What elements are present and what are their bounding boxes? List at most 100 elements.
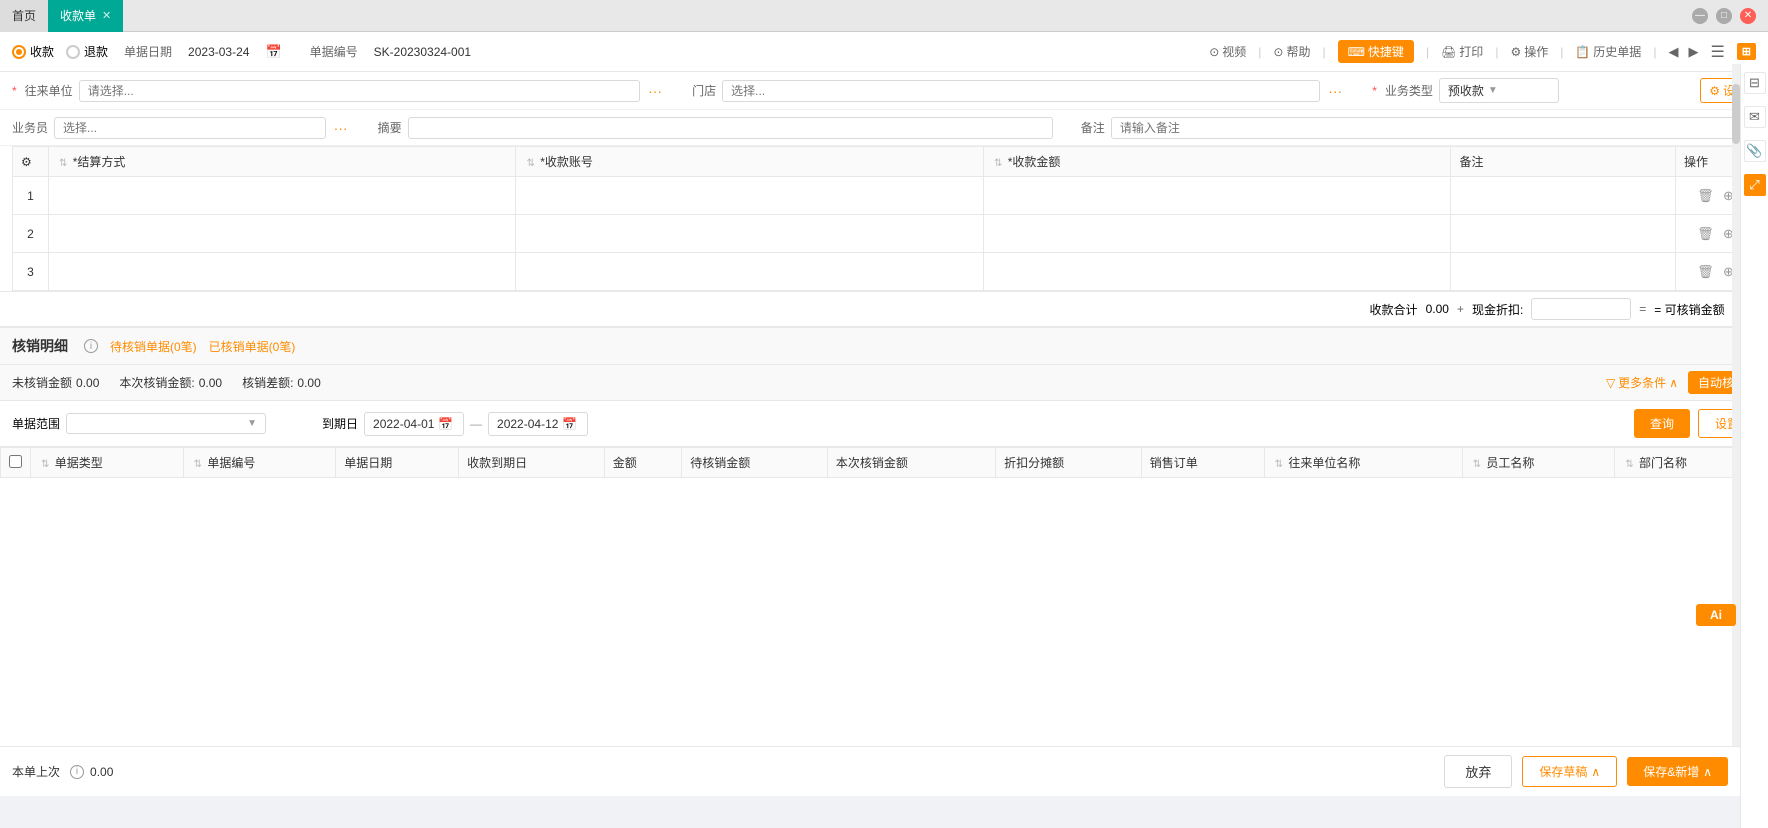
partner-ellipsis[interactable]: ··· [646, 83, 664, 99]
row2-remark[interactable] [1451, 215, 1676, 253]
row-num-2: 2 [13, 215, 49, 253]
history-btn[interactable]: 📋 历史单据 [1575, 43, 1641, 60]
date-label: 单据日期 [124, 43, 172, 60]
help-icon: ⊙ [1273, 45, 1283, 59]
store-ellipsis[interactable]: ··· [1326, 83, 1344, 99]
right-panel-expand-icon[interactable]: ⤢ [1744, 174, 1766, 196]
partner-input[interactable] [79, 80, 640, 102]
tab-receipt-label: 收款单 [60, 7, 96, 24]
ops-btn[interactable]: ⚙ 操作 [1510, 43, 1548, 60]
radio-collect-label: 收款 [30, 43, 54, 60]
list-icon[interactable]: ☰ [1708, 42, 1726, 62]
col-remark-header: 备注 [1451, 147, 1676, 177]
row3-settle[interactable] [49, 253, 516, 291]
video-btn[interactable]: ⊙ 视频 [1209, 43, 1246, 60]
scroll-thumb[interactable] [1732, 84, 1740, 144]
biztype-dropdown[interactable]: 预收款 ▼ [1439, 78, 1559, 103]
bill-range-select[interactable]: ▼ [66, 413, 266, 434]
staff-field: 业务员 ··· [12, 117, 350, 139]
col-amount-header: ⇅ *收款金额 [983, 147, 1450, 177]
radio-refund[interactable]: 退款 [66, 43, 108, 60]
sort-type-icon[interactable]: ⇅ [41, 459, 49, 470]
due-start-input[interactable]: 2022-04-01 📅 [364, 412, 464, 436]
right-panel-clip-icon[interactable]: 📎 [1744, 140, 1766, 162]
pending-link[interactable]: 待核销单据(0笔) [110, 338, 197, 355]
prev-icon[interactable]: ◀ [1668, 44, 1678, 60]
summary-input[interactable] [408, 117, 1053, 139]
tab-home-label: 首页 [12, 7, 36, 24]
radio-collect[interactable]: 收款 [12, 43, 54, 60]
result-label: = 可核销金额 [1654, 301, 1724, 318]
ai-badge[interactable]: Ai [1696, 604, 1736, 626]
toolbar-right: ⊙ 视频 | ⊙ 帮助 | ⌨ 快捷键 | 🖨 打印 | ⚙ 操作 [1209, 40, 1756, 63]
row3-amount[interactable] [983, 253, 1450, 291]
right-panel-mail-icon[interactable]: ✉ [1744, 106, 1766, 128]
sort-amount-icon[interactable]: ⇅ [994, 158, 1002, 169]
store-input[interactable] [722, 80, 1320, 102]
tab-home[interactable]: 首页 [0, 0, 48, 32]
row1-amount[interactable] [983, 177, 1450, 215]
shortcut-button[interactable]: ⌨ 快捷键 [1338, 40, 1414, 63]
calendar-start-icon: 📅 [438, 417, 453, 431]
biztype-field: * 业务类型 预收款 ▼ [1372, 78, 1692, 103]
right-panel-table-icon[interactable]: ⊟ [1744, 72, 1766, 94]
remark-field: 备注 [1081, 117, 1756, 139]
row3-delete-icon[interactable]: 🗑 [1697, 264, 1714, 279]
due-end-input[interactable]: 2022-04-12 📅 [488, 412, 588, 436]
row1-account[interactable] [516, 177, 983, 215]
remark-input[interactable] [1111, 117, 1756, 139]
table-row: 2 🗑 ⊕ [13, 215, 1756, 253]
close-button[interactable]: ✕ [1740, 8, 1756, 24]
print-btn[interactable]: 🖨 打印 [1441, 43, 1483, 60]
writeoff-info-icon[interactable]: i [84, 339, 98, 353]
sort-staff-icon[interactable]: ⇅ [1473, 459, 1481, 470]
radio-refund-dot [66, 45, 80, 59]
row2-delete-icon[interactable]: 🗑 [1697, 226, 1714, 241]
calendar-icon[interactable]: 📅 [265, 44, 281, 60]
right-panel: ⊟ ✉ 📎 ⤢ [1740, 64, 1768, 828]
abandon-button[interactable]: 放弃 [1444, 755, 1512, 788]
date-value: 2023-03-24 [188, 45, 249, 59]
col-checkbox-header[interactable] [1, 448, 31, 478]
row2-account[interactable] [516, 215, 983, 253]
maximize-button[interactable]: □ [1716, 8, 1732, 24]
sort-dept-icon[interactable]: ⇅ [1625, 459, 1633, 470]
sort-settle-icon[interactable]: ⇅ [59, 158, 67, 169]
row2-settle[interactable] [49, 215, 516, 253]
sort-account-icon[interactable]: ⇅ [526, 158, 534, 169]
toolbar-row: 收款 退款 单据日期 2023-03-24 📅 单据编号 SK-20230324… [0, 32, 1768, 72]
save-new-button[interactable]: 保存&新增 ∧ [1627, 757, 1728, 786]
row1-settle[interactable] [49, 177, 516, 215]
row3-account[interactable] [516, 253, 983, 291]
draft-button[interactable]: 保存草稿 ∧ [1522, 756, 1617, 787]
done-link[interactable]: 已核销单据(0笔) [209, 338, 296, 355]
equals-icon: = [1639, 302, 1646, 316]
filter-icon[interactable]: ▽ 更多条件 ∧ [1606, 374, 1678, 391]
select-all-checkbox[interactable] [9, 455, 22, 468]
row3-remark[interactable] [1451, 253, 1676, 291]
help-btn[interactable]: ⊙ 帮助 [1273, 43, 1310, 60]
row1-delete-icon[interactable]: 🗑 [1697, 188, 1714, 203]
base-info-icon[interactable]: i [70, 765, 84, 779]
window-controls: — □ ✕ [1692, 8, 1768, 24]
discount-input[interactable] [1531, 298, 1631, 320]
tab-receipt[interactable]: 收款单 ✕ [48, 0, 123, 32]
col-date-header: 单据日期 [336, 448, 459, 478]
number-value: SK-20230324-001 [374, 45, 471, 59]
biztype-label: 业务类型 [1385, 82, 1433, 99]
query-button[interactable]: 查询 [1634, 409, 1690, 438]
next-icon[interactable]: ▶ [1688, 44, 1698, 60]
table-gear-header[interactable]: ⚙ [13, 147, 49, 177]
sort-number-icon[interactable]: ⇅ [194, 459, 202, 470]
sort-partner-icon[interactable]: ⇅ [1275, 459, 1283, 470]
due-end-value: 2022-04-12 [497, 417, 558, 431]
row2-amount[interactable] [983, 215, 1450, 253]
scroll-track[interactable] [1732, 64, 1740, 780]
grid-icon[interactable]: ⊞ [1737, 43, 1756, 60]
row1-remark[interactable] [1451, 177, 1676, 215]
minimize-button[interactable]: — [1692, 8, 1708, 24]
staff-ellipsis[interactable]: ··· [332, 120, 350, 136]
tab-close-icon[interactable]: ✕ [102, 9, 111, 22]
col-due-header: 收款到期日 [459, 448, 605, 478]
staff-input[interactable] [54, 117, 326, 139]
